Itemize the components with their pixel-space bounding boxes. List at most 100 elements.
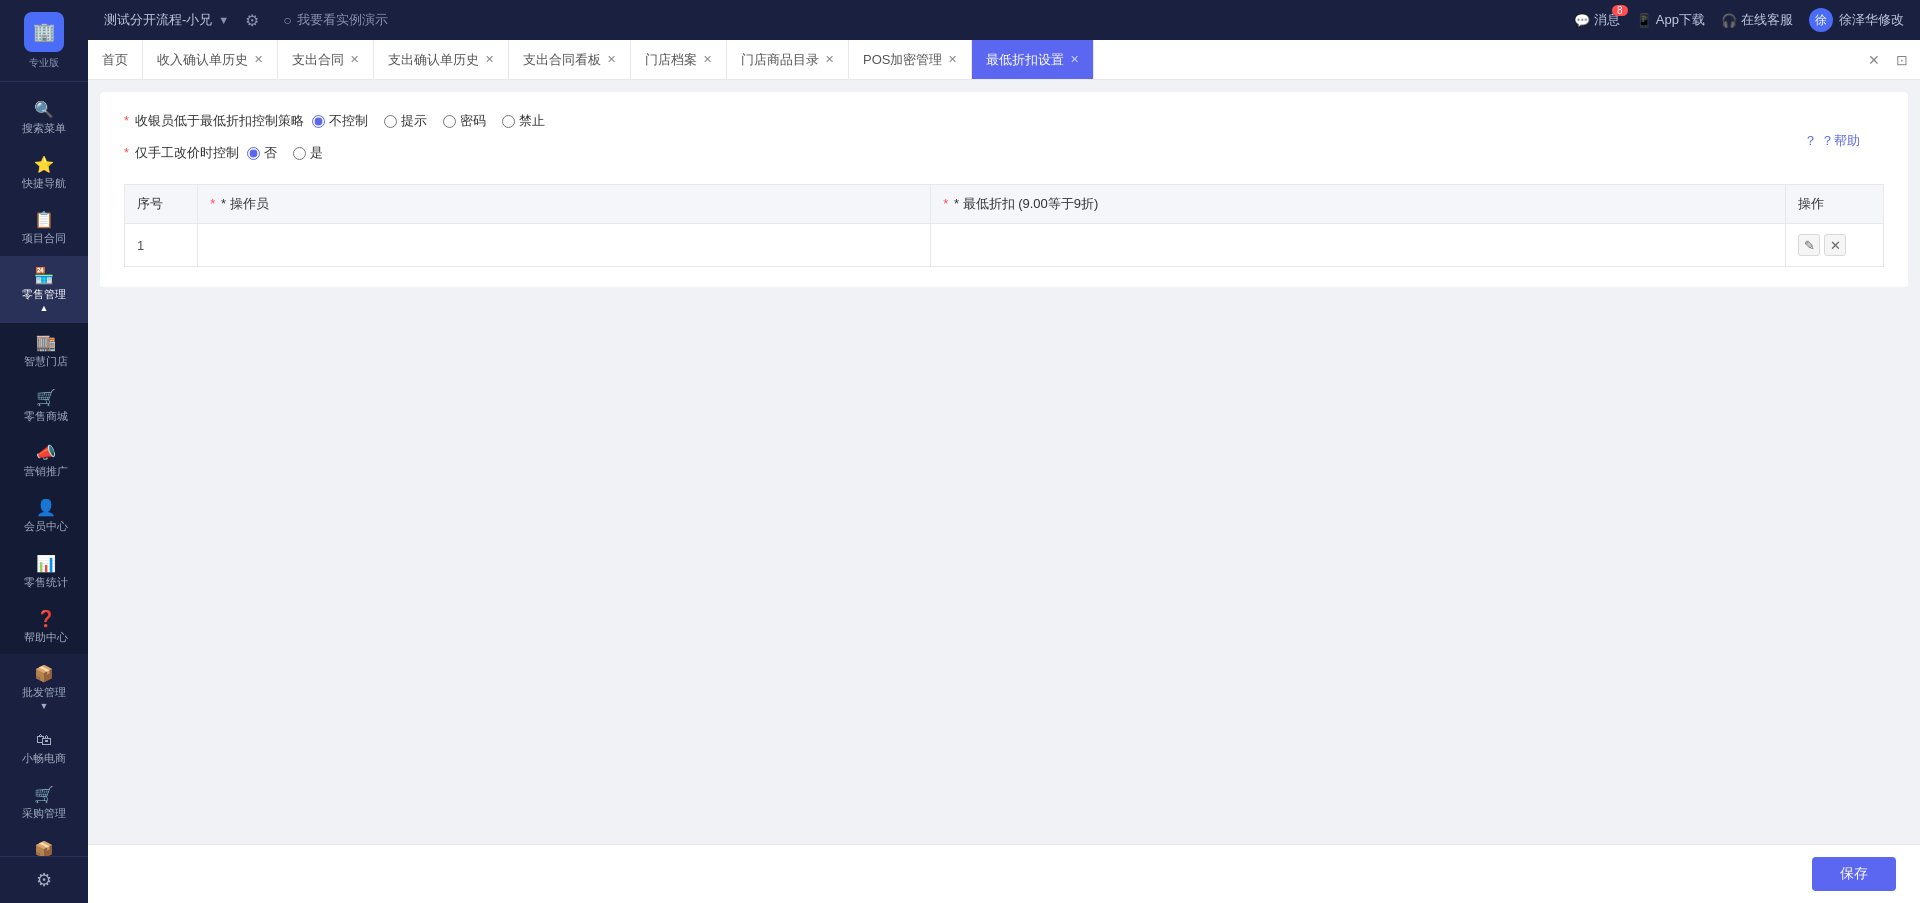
topbar-online-service[interactable]: 🎧 在线客服	[1721, 11, 1793, 29]
row-delete-button[interactable]: ✕	[1824, 234, 1846, 256]
help-label: ？帮助	[1821, 132, 1860, 150]
table-cell-actions: ✎ ✕	[1786, 224, 1884, 267]
radio-manual-no-input[interactable]	[247, 147, 260, 160]
sidebar-item-inventory[interactable]: 📦 库存核算	[0, 830, 88, 856]
sidebar-item-search[interactable]: 🔍 搜索菜单	[0, 90, 88, 145]
tab-store-file-close[interactable]: ✕	[703, 53, 712, 66]
topbar-message[interactable]: 💬 消息 8	[1574, 11, 1620, 29]
sidebar-item-retail-mall[interactable]: 🛒 零售商城	[0, 378, 88, 433]
radio-forbid-label: 禁止	[519, 112, 545, 130]
content-footer: 保存	[88, 844, 1920, 903]
tab-income-history[interactable]: 收入确认单历史 ✕	[143, 40, 278, 79]
radio-forbid[interactable]: 禁止	[502, 112, 545, 130]
tab-payment-confirm-history-label: 支出确认单历史	[388, 51, 479, 69]
table-cell-min-discount	[931, 224, 1786, 267]
sidebar-item-project-contract[interactable]: 📋 项目合同	[0, 200, 88, 255]
project-contract-icon: 📋	[34, 210, 54, 229]
topbar-demo-link[interactable]: ○ 我要看实例演示	[283, 11, 387, 29]
tab-payment-contract-board[interactable]: 支出合同看板 ✕	[509, 40, 631, 79]
tab-pos-password[interactable]: POS加密管理 ✕	[849, 40, 972, 79]
topbar-settings-icon[interactable]: ⚙	[245, 11, 259, 30]
radio-prompt-label: 提示	[401, 112, 427, 130]
radio-prompt-input[interactable]	[384, 115, 397, 128]
radio-forbid-input[interactable]	[502, 115, 515, 128]
tab-home[interactable]: 首页	[88, 40, 143, 79]
sidebar-label-quick-nav: 快捷导航	[22, 177, 66, 190]
sidebar-item-marketing[interactable]: 📣 营销推广	[0, 433, 88, 488]
radio-no-control-input[interactable]	[312, 115, 325, 128]
sidebar-item-member-center[interactable]: 👤 会员中心	[0, 488, 88, 543]
inventory-icon: 📦	[34, 840, 54, 856]
sidebar-label-retail-mall: 零售商城	[24, 410, 68, 423]
radio-manual-yes[interactable]: 是	[293, 144, 323, 162]
retail-mall-icon: 🛒	[36, 388, 56, 407]
tab-store-file[interactable]: 门店档案 ✕	[631, 40, 727, 79]
radio-prompt[interactable]: 提示	[384, 112, 427, 130]
retail-mgmt-arrow: ▲	[40, 303, 49, 313]
col-header-min-discount-text: * 最低折扣 (9.00等于9折)	[954, 196, 1098, 211]
sidebar-item-smart-store[interactable]: 🏬 智慧门店	[0, 323, 88, 378]
tab-store-product-close[interactable]: ✕	[825, 53, 834, 66]
topbar-app-download-label: App下载	[1656, 11, 1705, 29]
manual-control-radio-group: 否 是	[247, 144, 323, 162]
tab-income-history-close[interactable]: ✕	[254, 53, 263, 66]
app-logo-icon: 🏢	[24, 12, 64, 52]
save-button[interactable]: 保存	[1812, 857, 1896, 891]
sidebar-item-ecommerce[interactable]: 🛍 小畅电商	[0, 721, 88, 775]
tab-min-discount[interactable]: 最低折扣设置 ✕	[972, 40, 1094, 79]
sidebar-item-retail-stats[interactable]: 📊 零售统计	[0, 544, 88, 599]
topbar-user[interactable]: 徐 徐泽华修改	[1809, 8, 1904, 32]
sidebar-label-search: 搜索菜单	[22, 122, 66, 135]
sidebar-bottom: ⚙	[0, 856, 88, 903]
tab-payment-confirm-history[interactable]: 支出确认单历史 ✕	[374, 40, 509, 79]
sidebar-label-project-contract: 项目合同	[22, 232, 66, 245]
app-version-label: 专业版	[29, 56, 59, 69]
radio-manual-yes-input[interactable]	[293, 147, 306, 160]
settings-icon[interactable]: ⚙	[36, 869, 52, 891]
help-link[interactable]: ？ ？帮助	[1804, 132, 1860, 150]
sidebar-item-retail-mgmt[interactable]: 🏪 零售管理 ▲	[0, 256, 88, 323]
tab-payment-contract-close[interactable]: ✕	[350, 53, 359, 66]
topbar-app-download[interactable]: 📱 App下载	[1636, 11, 1705, 29]
tab-home-label: 首页	[102, 51, 128, 69]
tab-min-discount-close[interactable]: ✕	[1070, 53, 1079, 66]
topbar-project-selector[interactable]: 测试分开流程-小兄 ▼	[104, 11, 229, 29]
batch-mgmt-arrow: ▼	[40, 701, 49, 711]
tab-close-all-btn[interactable]: ✕	[1864, 50, 1884, 70]
sidebar-item-batch-mgmt[interactable]: 📦 批发管理 ▼	[0, 654, 88, 721]
tab-more-btn[interactable]: ⊡	[1892, 50, 1912, 70]
required-star-2: *	[124, 145, 129, 160]
col-header-seq: 序号	[125, 185, 198, 224]
tab-payment-confirm-history-close[interactable]: ✕	[485, 53, 494, 66]
batch-mgmt-icon: 📦	[34, 664, 54, 683]
smart-store-icon: 🏬	[36, 333, 56, 352]
topbar-demo-icon: ○	[283, 12, 291, 28]
row-edit-button[interactable]: ✎	[1798, 234, 1820, 256]
radio-no-control[interactable]: 不控制	[312, 112, 368, 130]
sidebar-item-help-center[interactable]: ❓ 帮助中心	[0, 599, 88, 654]
tab-payment-contract-board-close[interactable]: ✕	[607, 53, 616, 66]
table-cell-operator	[198, 224, 931, 267]
retail-mgmt-icon: 🏪	[34, 266, 54, 285]
sidebar-item-purchase[interactable]: 🛒 采购管理	[0, 775, 88, 830]
manual-control-label: * 仅手工改价时控制	[124, 144, 239, 162]
control-policy-radio-group: 不控制 提示 密码 禁	[312, 112, 545, 130]
tab-payment-contract-label: 支出合同	[292, 51, 344, 69]
discount-table: 序号 * * 操作员 * * 最低折扣 (9.00等于9折)	[124, 184, 1884, 267]
radio-password-input[interactable]	[443, 115, 456, 128]
radio-password[interactable]: 密码	[443, 112, 486, 130]
tab-store-product[interactable]: 门店商品目录 ✕	[727, 40, 849, 79]
topbar-project-arrow-icon: ▼	[218, 14, 229, 26]
sidebar-label-retail-stats: 零售统计	[24, 576, 68, 589]
table-header-row: 序号 * * 操作员 * * 最低折扣 (9.00等于9折)	[125, 185, 1884, 224]
tab-payment-contract-board-label: 支出合同看板	[523, 51, 601, 69]
radio-manual-no[interactable]: 否	[247, 144, 277, 162]
help-icon: ？	[1804, 132, 1817, 150]
tab-payment-contract[interactable]: 支出合同 ✕	[278, 40, 374, 79]
sidebar-logo: 🏢 专业版	[0, 0, 88, 82]
message-badge: 8	[1612, 5, 1628, 16]
tab-pos-password-close[interactable]: ✕	[948, 53, 957, 66]
sidebar-label-retail-mgmt: 零售管理	[22, 288, 66, 301]
control-policy-label: * 收银员低于最低折扣控制策略	[124, 112, 304, 130]
sidebar-item-quick-nav[interactable]: ⭐ 快捷导航	[0, 145, 88, 200]
